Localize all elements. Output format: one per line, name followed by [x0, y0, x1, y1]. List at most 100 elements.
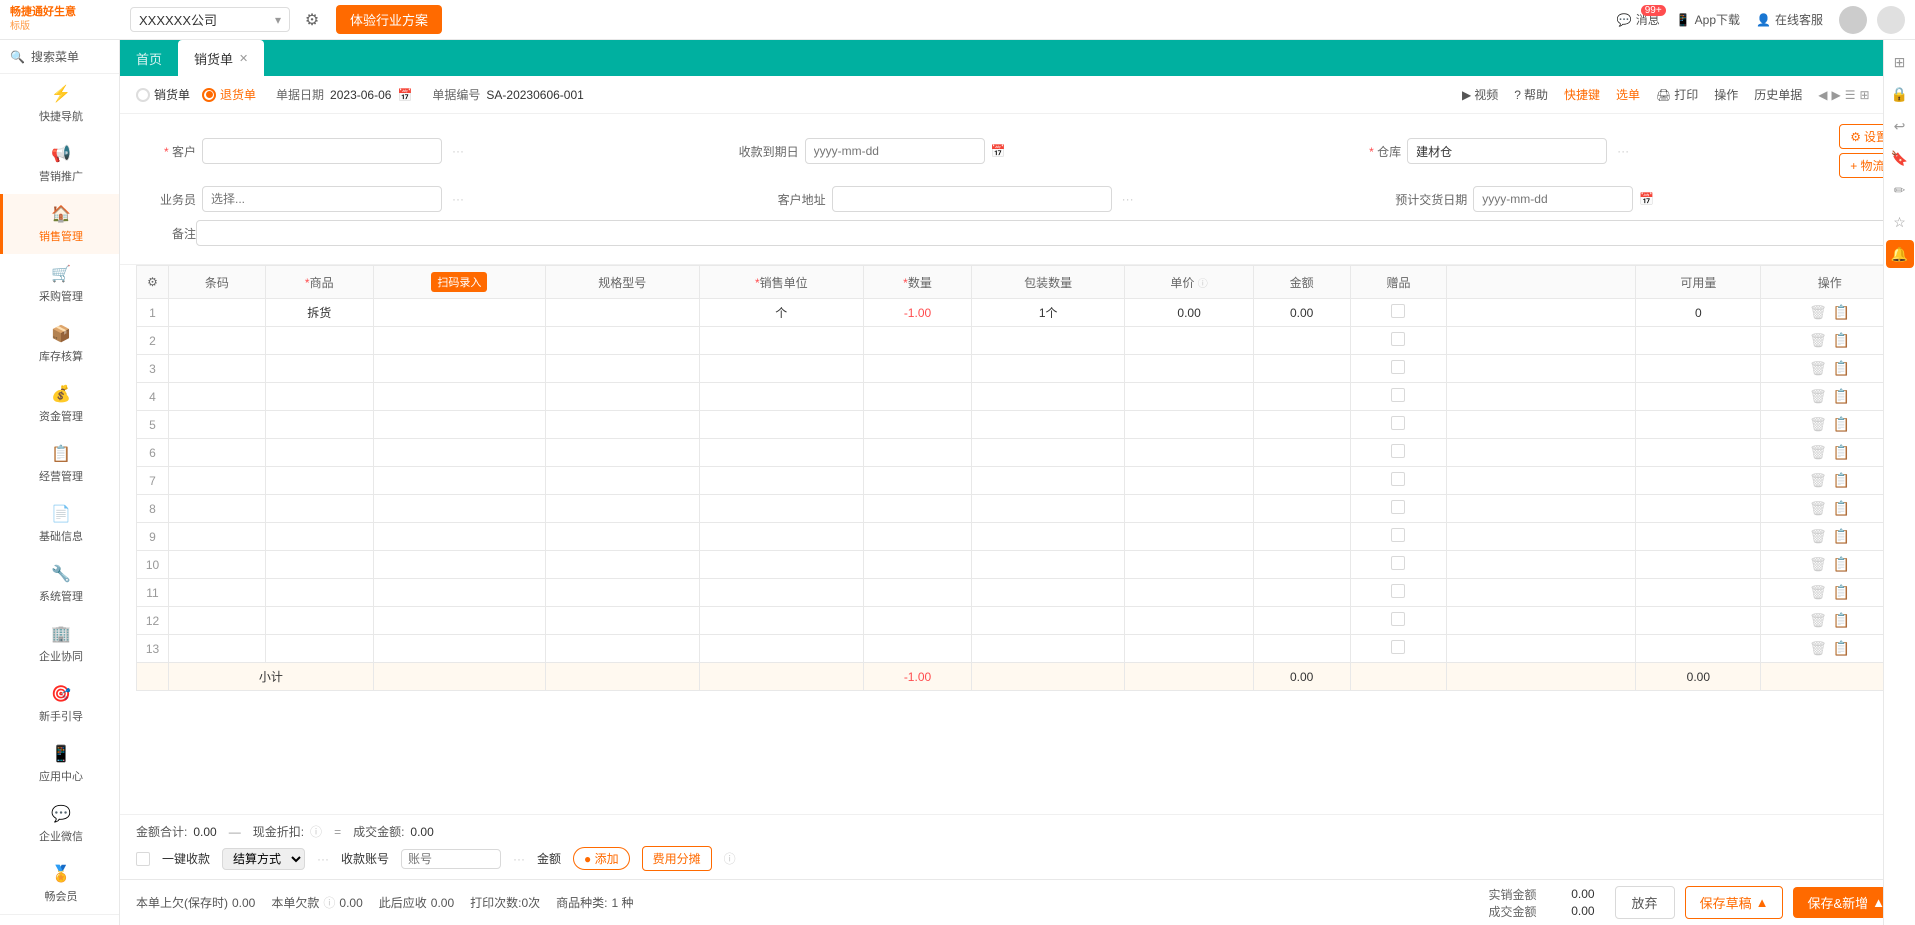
gift-checkbox[interactable]	[1391, 332, 1405, 346]
fee-tab-button[interactable]: 费用分摊	[642, 846, 712, 871]
copy-icon[interactable]: 📋	[1833, 416, 1850, 433]
customer-address-input[interactable]	[832, 186, 1112, 212]
right-icon-4[interactable]: 🔖	[1886, 144, 1914, 172]
delete-icon[interactable]: 🗑	[1809, 500, 1827, 517]
salesperson-input[interactable]	[202, 186, 442, 212]
copy-icon[interactable]: 📋	[1833, 584, 1850, 601]
row-unit-price[interactable]: 0.00	[1125, 299, 1253, 327]
payment-checkbox[interactable]	[136, 852, 150, 866]
payment-calendar-icon[interactable]: 📅	[991, 144, 1006, 158]
col-scan-btn[interactable]: 扫码录入	[373, 266, 545, 299]
right-icon-3[interactable]: ↩	[1886, 112, 1914, 140]
delete-icon[interactable]: 🗑	[1809, 472, 1827, 489]
video-action[interactable]: ▶ 视频	[1458, 84, 1502, 105]
row-barcode[interactable]	[169, 299, 266, 327]
prev-icon[interactable]: ◀	[1818, 88, 1827, 102]
help-action[interactable]: ? 帮助	[1510, 84, 1552, 105]
row-amount[interactable]: 0.00	[1253, 299, 1350, 327]
print-action[interactable]: 🖨 打印	[1652, 84, 1702, 105]
sidebar-item-finance[interactable]: 💰 资金管理	[0, 374, 119, 434]
next-icon[interactable]: ▶	[1832, 88, 1841, 102]
salesperson-more-icon[interactable]: ···	[448, 192, 468, 206]
tab-close-icon[interactable]: ✕	[239, 52, 248, 65]
gift-checkbox[interactable]	[1391, 388, 1405, 402]
copy-icon[interactable]: 📋	[1833, 500, 1850, 517]
table-container[interactable]: ⚙ 条码 *商品 扫码录入 规格型号 *销售单位 *数量 包装数量 单价 ⓘ 金…	[120, 265, 1915, 814]
copy-icon[interactable]: 📋	[1833, 388, 1850, 405]
calendar-icon[interactable]: 📅	[397, 88, 412, 102]
customer-more-icon[interactable]: ···	[448, 144, 468, 158]
gift-checkbox[interactable]	[1391, 472, 1405, 486]
sales-order-radio[interactable]: 销货单	[136, 86, 190, 103]
sidebar-item-app[interactable]: 📱 应用中心	[0, 734, 119, 794]
sidebar-search[interactable]: 🔍 搜索菜单	[0, 40, 119, 74]
gift-checkbox[interactable]	[1391, 528, 1405, 542]
copy-icon[interactable]: 📋	[1833, 612, 1850, 629]
row-unit[interactable]: 个	[699, 299, 864, 327]
online-service-button[interactable]: 👤 在线客服	[1756, 11, 1823, 28]
delivery-date-input[interactable]	[1473, 186, 1633, 212]
settings-icon[interactable]: ⚙	[298, 6, 326, 34]
delete-icon[interactable]: 🗑	[1809, 332, 1827, 349]
row-product[interactable]: 拆货	[265, 299, 373, 327]
discard-button[interactable]: 放弃	[1615, 886, 1675, 919]
row-pkg-qty[interactable]: 1个	[971, 299, 1125, 327]
delivery-calendar-icon[interactable]: 📅	[1639, 192, 1654, 206]
return-order-radio[interactable]: 退货单	[202, 86, 256, 103]
gift-checkbox[interactable]	[1391, 304, 1405, 318]
operate-action[interactable]: 操作	[1710, 84, 1742, 105]
history-action[interactable]: 历史单据	[1750, 84, 1806, 105]
save-draft-button[interactable]: 保存草稿 ▲	[1685, 886, 1784, 919]
fee-help-icon[interactable]: ⓘ	[724, 850, 736, 867]
delete-icon[interactable]: 🗑	[1809, 304, 1827, 321]
delete-icon[interactable]: 🗑	[1809, 388, 1827, 405]
notes-input[interactable]	[196, 220, 1899, 246]
sidebar-item-member[interactable]: 🏅 畅会员	[0, 854, 119, 914]
shortcut-action[interactable]: 快捷键	[1560, 84, 1604, 105]
customer-input[interactable]	[202, 138, 442, 164]
row-gift[interactable]	[1350, 299, 1447, 327]
payment-date-input[interactable]	[805, 138, 985, 164]
scan-button[interactable]: 扫码录入	[431, 272, 487, 292]
add-button[interactable]: ● 添加	[573, 847, 630, 870]
cumulative-help[interactable]: ⓘ	[323, 894, 335, 911]
sidebar-item-system[interactable]: 🔧 系统管理	[0, 554, 119, 614]
gift-checkbox[interactable]	[1391, 612, 1405, 626]
tab-home[interactable]: 首页	[120, 40, 178, 76]
delete-icon[interactable]: 🗑	[1809, 416, 1827, 433]
row-quantity[interactable]: -1.00	[864, 299, 972, 327]
sidebar-item-wechat[interactable]: 💬 企业微信	[0, 794, 119, 854]
discount-help-icon[interactable]: ⓘ	[310, 823, 322, 840]
delete-icon[interactable]: 🗑	[1809, 584, 1827, 601]
right-icon-5[interactable]: ✏	[1886, 176, 1914, 204]
right-icon-1[interactable]: ⊞	[1886, 48, 1914, 76]
message-button[interactable]: 💬 消息 99+	[1617, 11, 1660, 28]
sidebar-item-marketing[interactable]: 📢 营销推广	[0, 134, 119, 194]
delete-icon[interactable]: 🗑	[1809, 556, 1827, 573]
avatar[interactable]	[1839, 6, 1867, 34]
account-input[interactable]	[401, 849, 501, 869]
delete-icon[interactable]: 🗑	[1809, 528, 1827, 545]
row-spec[interactable]	[546, 299, 700, 327]
warehouse-input[interactable]	[1407, 138, 1607, 164]
sidebar-item-purchase[interactable]: 🛒 采购管理	[0, 254, 119, 314]
copy-icon[interactable]: 📋	[1833, 640, 1850, 657]
gift-checkbox[interactable]	[1391, 416, 1405, 430]
trial-button[interactable]: 体验行业方案	[336, 5, 442, 34]
copy-icon[interactable]: 📋	[1833, 332, 1850, 349]
product-type-value[interactable]: 1 种	[611, 894, 633, 911]
gift-checkbox[interactable]	[1391, 584, 1405, 598]
copy-icon[interactable]: 📋	[1833, 528, 1850, 545]
copy-icon[interactable]: 📋	[1833, 472, 1850, 489]
sidebar-item-enterprise[interactable]: 🏢 企业协同	[0, 614, 119, 674]
sidebar-item-inventory[interactable]: 📦 库存核算	[0, 314, 119, 374]
warehouse-more-icon[interactable]: ···	[1613, 144, 1633, 158]
grid-view-icon[interactable]: ⊞	[1860, 88, 1870, 102]
col-settings[interactable]: ⚙	[137, 266, 169, 299]
payment-method-select[interactable]: 结算方式	[222, 848, 305, 870]
sidebar-item-sales[interactable]: 🏠 销售管理	[0, 194, 119, 254]
sidebar-item-guide[interactable]: 🎯 新手引导	[0, 674, 119, 734]
right-icon-2[interactable]: 🔒	[1886, 80, 1914, 108]
sidebar-item-operations[interactable]: 📋 经营管理	[0, 434, 119, 494]
copy-icon[interactable]: 📋	[1833, 304, 1850, 321]
